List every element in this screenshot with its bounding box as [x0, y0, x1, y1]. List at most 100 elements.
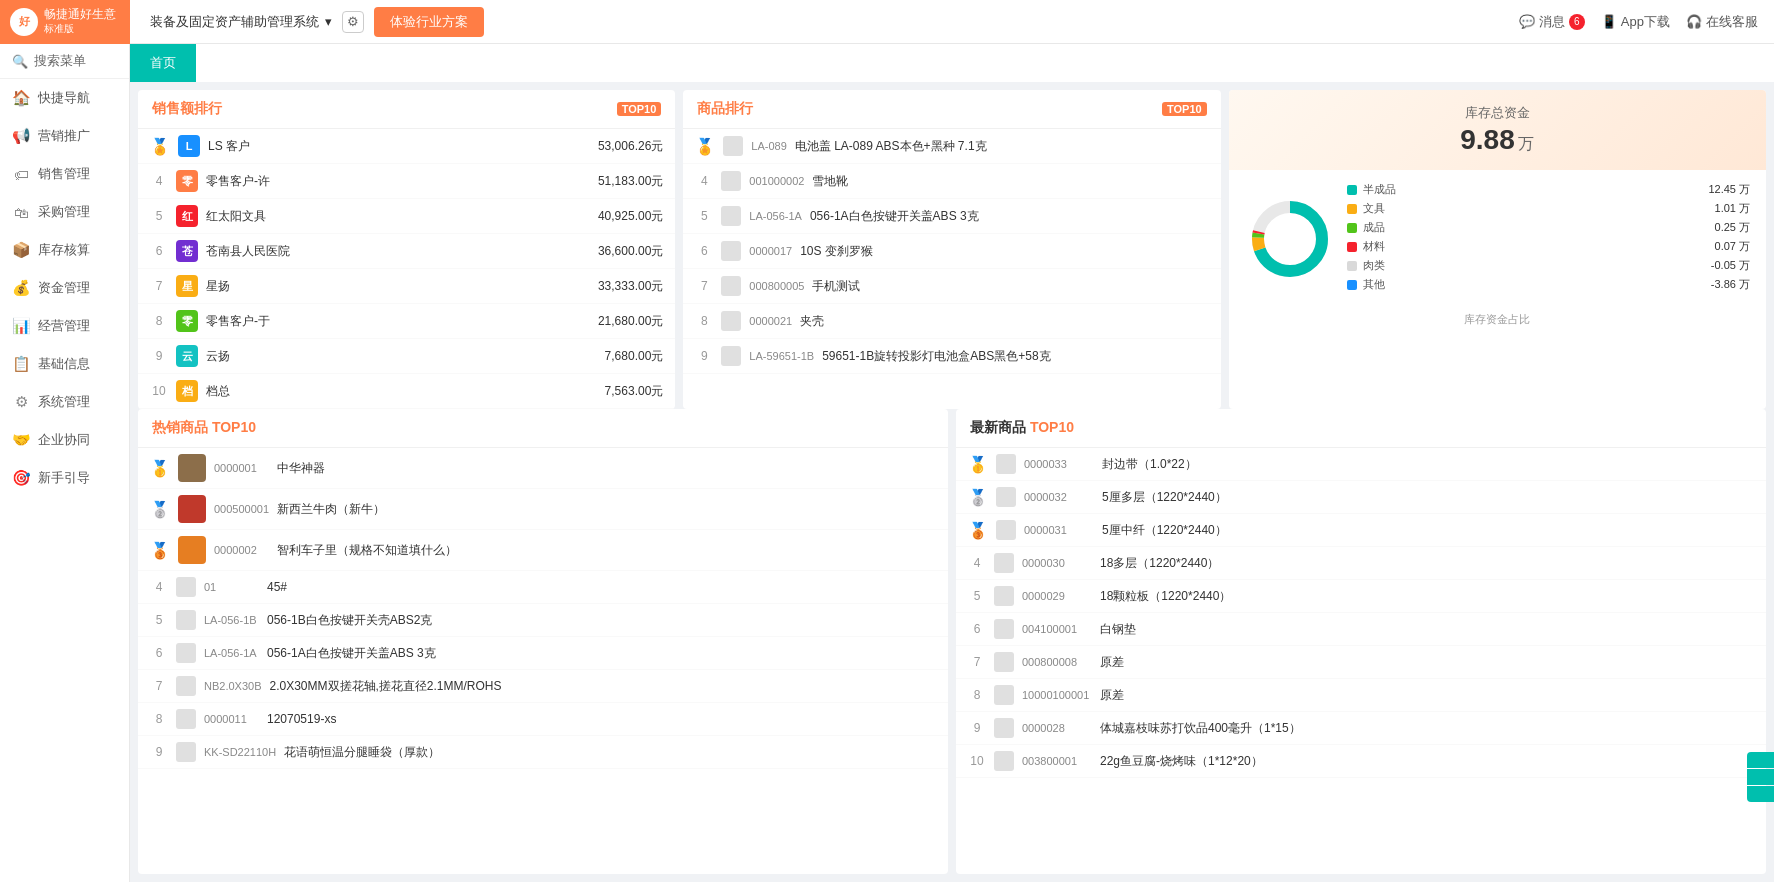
sidebar-item-sales[interactable]: 🏷 销售管理	[0, 155, 129, 193]
inventory-panel: 库存总资金 9.88 万	[1229, 90, 1766, 409]
logo-text: 畅捷通好生意	[44, 7, 116, 23]
rank-name: 苍南县人民医院	[206, 243, 590, 260]
product-thumbnail	[178, 536, 206, 564]
rank-number: 4	[968, 556, 986, 570]
service-community-button[interactable]: 服务社区	[1747, 769, 1774, 785]
list-item: 6 004100001 白钢垫	[956, 613, 1766, 646]
product-img	[721, 276, 741, 296]
product-name: 原差	[1100, 687, 1124, 704]
customer-hotline-button[interactable]: 客服热线	[1747, 752, 1774, 768]
settings-icon[interactable]: ⚙	[342, 11, 364, 33]
product-code: 10000100001	[1022, 689, 1092, 701]
product-name: 新西兰牛肉（新牛）	[277, 501, 385, 518]
product-code: 0000029	[1022, 590, 1092, 602]
phone-icon: 📱	[1601, 14, 1617, 29]
search-icon: 🔍	[12, 54, 28, 69]
list-item: 🥉 0000031 5厘中纤（1220*2440）	[956, 514, 1766, 547]
rank-number: 5	[695, 209, 713, 223]
product-name: 花语萌恒温分腿睡袋（厚款）	[284, 744, 440, 761]
product-thumbnail	[996, 454, 1016, 474]
product-thumbnail	[176, 577, 196, 597]
sales-top-badge: TOP10	[617, 102, 662, 116]
info-icon: 📋	[12, 355, 30, 373]
finance-icon: 💰	[12, 279, 30, 297]
customer-service-button[interactable]: 🎧 在线客服	[1686, 13, 1758, 31]
topbar-middle: 装备及固定资产辅助管理系统 ▾ ⚙ 体验行业方案	[150, 7, 1519, 37]
rank-row: 4 零 零售客户-许 51,183.00元	[138, 164, 675, 199]
product-img	[721, 311, 741, 331]
trial-button[interactable]: 体验行业方案	[374, 7, 484, 37]
product-thumbnail	[176, 709, 196, 729]
rank-value: 7,680.00元	[605, 348, 664, 365]
product-code: 000800005	[749, 280, 804, 292]
rank-number: 10	[968, 754, 986, 768]
legend-dot	[1347, 261, 1357, 271]
tab-home[interactable]: 首页	[130, 44, 196, 82]
product-code: 0000033	[1024, 458, 1094, 470]
sidebar-item-inventory[interactable]: 📦 库存核算	[0, 231, 129, 269]
app-download-button[interactable]: 📱 App下载	[1601, 13, 1670, 31]
purchase-icon: 🛍	[12, 203, 30, 221]
search-menu[interactable]: 🔍 搜索菜单	[0, 44, 129, 79]
sidebar-item-home[interactable]: 🏠 快捷导航	[0, 79, 129, 117]
product-img	[721, 241, 741, 261]
bottom-section: 热销商品 TOP10 🥇 0000001 中华神器 🥈 000500001	[130, 409, 1774, 882]
live-button[interactable]: 直播	[1747, 786, 1774, 802]
sidebar-item-finance[interactable]: 💰 资金管理	[0, 269, 129, 307]
message-icon: 💬	[1519, 14, 1535, 29]
rank-name: 零售客户-许	[206, 173, 590, 190]
logo: 好 畅捷通好生意 标准版	[0, 0, 130, 44]
chevron-down-icon[interactable]: ▾	[325, 14, 332, 29]
rank-number: 8	[150, 712, 168, 726]
sales-rank-panel: 销售额排行 TOP10 🏅 L LS 客户 53,006.26元 4 零	[138, 90, 675, 409]
medal-icon: 🥈	[968, 488, 988, 507]
list-item: 5 LA-056-1B 056-1B白色按键开关壳ABS2克	[138, 604, 948, 637]
sidebar-item-operations[interactable]: 📊 经营管理	[0, 307, 129, 345]
rank-name: 云扬	[206, 348, 597, 365]
inventory-icon: 📦	[12, 241, 30, 259]
product-thumbnail	[996, 487, 1016, 507]
rank-value: 33,333.00元	[598, 278, 663, 295]
product-name: 中华神器	[277, 460, 325, 477]
message-button[interactable]: 💬 消息 6	[1519, 13, 1585, 31]
product-name: 雪地靴	[812, 173, 848, 190]
system-selector[interactable]: 装备及固定资产辅助管理系统 ▾	[150, 13, 332, 31]
product-code: 0000002	[214, 544, 269, 556]
rank-number: 4	[150, 174, 168, 188]
sidebar-item-guide[interactable]: 🎯 新手引导	[0, 459, 129, 497]
sidebar-item-purchase[interactable]: 🛍 采购管理	[0, 193, 129, 231]
product-code: 0000017	[749, 245, 792, 257]
inventory-chart-area: 半成品 12.45 万 文具 1.01 万 成品 0.25 万	[1229, 170, 1766, 308]
logo-badge: 标准版	[44, 22, 116, 36]
sidebar-item-system[interactable]: ⚙ 系统管理	[0, 383, 129, 421]
legend-item: 文具 1.01 万	[1347, 201, 1750, 216]
product-name: 10S 变刹罗猴	[800, 243, 873, 260]
rank-name: 红太阳文具	[206, 208, 590, 225]
product-code: 0000011	[204, 713, 259, 725]
donut-chart	[1245, 194, 1335, 284]
topbar: 好 畅捷通好生意 标准版 装备及固定资产辅助管理系统 ▾ ⚙ 体验行业方案 💬 …	[0, 0, 1774, 44]
product-img	[721, 206, 741, 226]
guide-icon: 🎯	[12, 469, 30, 487]
product-code: NB2.0X30B	[204, 680, 261, 692]
product-code: LA-056-1A	[749, 210, 802, 222]
rank-number: 8	[695, 314, 713, 328]
rank-number: 6	[968, 622, 986, 636]
product-name: 056-1A白色按键开关盖ABS 3克	[810, 208, 979, 225]
top-section: 销售额排行 TOP10 🏅 L LS 客户 53,006.26元 4 零	[130, 82, 1774, 409]
rank-number: 9	[150, 745, 168, 759]
product-code: LA-056-1B	[204, 614, 259, 626]
avatar: 零	[176, 310, 198, 332]
legend-item: 肉类 -0.05 万	[1347, 258, 1750, 273]
list-item: 🥈 0000032 5厘多层（1220*2440）	[956, 481, 1766, 514]
rank-number: 8	[150, 314, 168, 328]
system-name: 装备及固定资产辅助管理系统	[150, 13, 319, 31]
sidebar-item-basic-info[interactable]: 📋 基础信息	[0, 345, 129, 383]
product-thumbnail	[176, 742, 196, 762]
sidebar-item-collab[interactable]: 🤝 企业协同	[0, 421, 129, 459]
rank-number: 6	[695, 244, 713, 258]
product-rank-list: 🏅 LA-089 电池盖 LA-089 ABS本色+黑种 7.1克 4 0010…	[683, 129, 1220, 374]
product-name: 白钢垫	[1100, 621, 1136, 638]
hot-products-title: 热销商品 TOP10	[152, 419, 256, 437]
sidebar-item-marketing[interactable]: 📢 营销推广	[0, 117, 129, 155]
